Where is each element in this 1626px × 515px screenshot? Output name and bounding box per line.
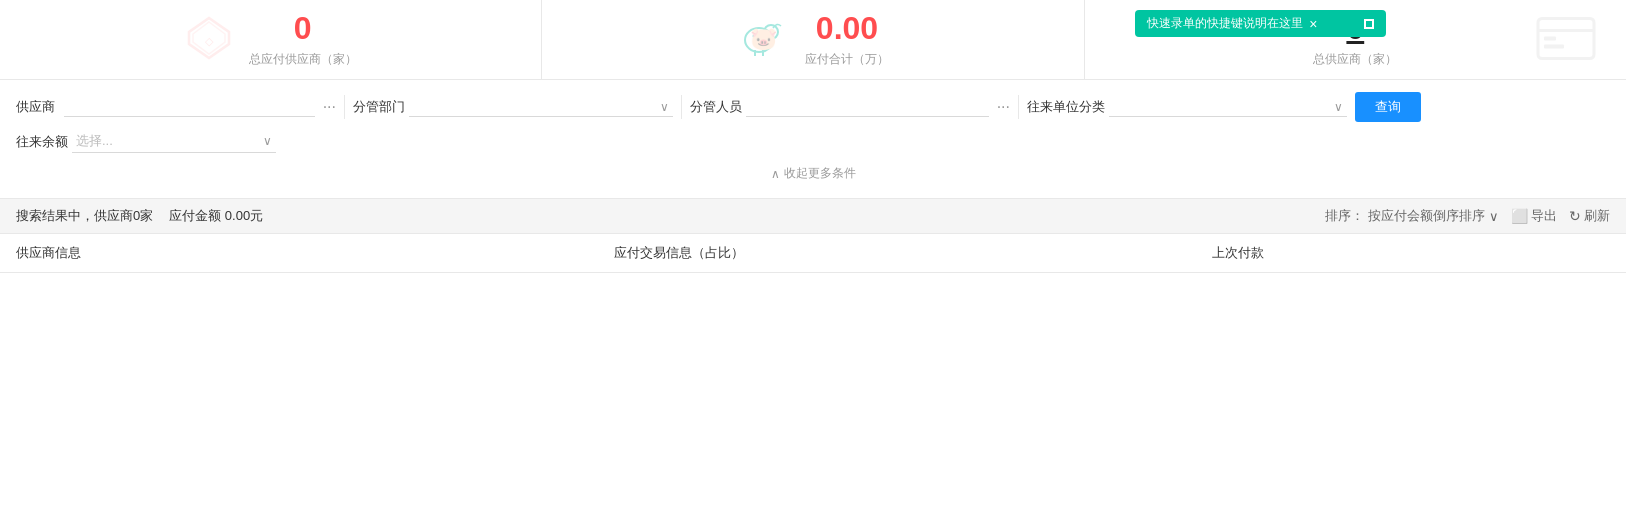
- svg-text:◇: ◇: [205, 35, 214, 47]
- dept-label: 分管部门: [353, 98, 405, 116]
- collapse-row: ∧ 收起更多条件: [16, 161, 1610, 190]
- person-dots-btn[interactable]: ···: [997, 98, 1010, 116]
- tooltip-close-btn[interactable]: ×: [1309, 17, 1317, 31]
- table-body: [0, 273, 1626, 473]
- category-label: 往来单位分类: [1027, 98, 1105, 116]
- results-supplier-count: 搜索结果中，供应商0家: [16, 207, 153, 225]
- divider-3: [1018, 95, 1019, 119]
- sort-button[interactable]: 排序： 按应付会额倒序排序 ∨: [1325, 207, 1499, 225]
- refresh-label: 刷新: [1584, 207, 1610, 225]
- filter-bar: 供应商 ··· 分管部门 ∨ 分管人员 ··· 往来单位分类 ∨: [0, 80, 1626, 199]
- payable-total-label: 应付合计（万）: [805, 51, 889, 68]
- stat-total-payable-suppliers: ◇ 0 总应付供应商（家）: [0, 0, 542, 79]
- person-filter: 分管人员 ···: [690, 97, 1010, 117]
- stats-bar: ◇ 0 总应付供应商（家） 🐷: [0, 0, 1626, 80]
- sort-prefix: 排序：: [1325, 207, 1364, 225]
- svg-rect-12: [1544, 36, 1556, 40]
- divider-1: [344, 95, 345, 119]
- balance-filter: 往来余额 选择... ∨: [16, 130, 276, 153]
- filter-row-1: 供应商 ··· 分管部门 ∨ 分管人员 ··· 往来单位分类 ∨: [16, 92, 1610, 122]
- results-amount: 应付金额 0.00元: [169, 207, 263, 225]
- svg-rect-13: [1544, 44, 1564, 48]
- sort-value: 按应付会额倒序排序: [1368, 207, 1485, 225]
- balance-select[interactable]: 选择... ∨: [72, 130, 276, 153]
- supplier-filter: 供应商 ···: [16, 97, 336, 117]
- results-actions: 排序： 按应付会额倒序排序 ∨ ⬜ 导出 ↻ 刷新: [1325, 207, 1610, 225]
- dept-filter: 分管部门 ∨: [353, 98, 673, 117]
- stat-total-suppliers: 快速录单的快捷键说明在这里 × 0 总供应商（家）: [1085, 0, 1626, 79]
- query-button[interactable]: 查询: [1355, 92, 1421, 122]
- data-table: 供应商信息 应付交易信息（占比） 上次付款: [0, 234, 1626, 473]
- refresh-button[interactable]: ↻ 刷新: [1569, 207, 1610, 225]
- results-info: 搜索结果中，供应商0家 应付金额 0.00元: [16, 207, 263, 225]
- supplier-label: 供应商: [16, 98, 60, 116]
- category-chevron: ∨: [1334, 100, 1343, 114]
- balance-label: 往来余额: [16, 133, 68, 151]
- collapse-button[interactable]: ∧ 收起更多条件: [771, 165, 856, 182]
- divider-2: [681, 95, 682, 119]
- col-last-payment-header: 上次付款: [1212, 244, 1611, 262]
- collapse-icon: ∧: [771, 167, 780, 181]
- stat-payable-total: 🐷 0.00 应付合计（万）: [542, 0, 1084, 79]
- category-filter: 往来单位分类 ∨: [1027, 98, 1347, 117]
- category-select[interactable]: ∨: [1109, 98, 1347, 117]
- diamond-icon: ◇: [185, 14, 233, 65]
- collapse-label: 收起更多条件: [784, 165, 856, 182]
- payable-total-number: 0.00: [816, 11, 878, 46]
- dept-select[interactable]: ∨: [409, 98, 673, 117]
- bg-card-icon: [1536, 16, 1596, 63]
- piggy-bank-icon: 🐷: [737, 12, 789, 67]
- svg-text:🐷: 🐷: [749, 25, 777, 52]
- total-payable-label: 总应付供应商（家）: [249, 51, 357, 68]
- balance-placeholder: 选择...: [76, 132, 263, 150]
- export-label: 导出: [1531, 207, 1557, 225]
- shortcut-tooltip: 快速录单的快捷键说明在这里 ×: [1135, 10, 1385, 37]
- total-suppliers-label: 总供应商（家）: [1313, 51, 1397, 68]
- export-icon: ⬜: [1511, 208, 1528, 224]
- dept-chevron: ∨: [660, 100, 669, 114]
- person-input[interactable]: [746, 97, 989, 117]
- supplier-input[interactable]: [64, 97, 315, 117]
- tooltip-text: 快速录单的快捷键说明在这里: [1147, 15, 1303, 32]
- total-payable-number: 0: [294, 11, 312, 46]
- table-header: 供应商信息 应付交易信息（占比） 上次付款: [0, 234, 1626, 273]
- balance-chevron: ∨: [263, 134, 272, 148]
- sort-chevron-icon: ∨: [1489, 209, 1499, 224]
- refresh-icon: ↻: [1569, 208, 1581, 224]
- results-bar: 搜索结果中，供应商0家 应付金额 0.00元 排序： 按应付会额倒序排序 ∨ ⬜…: [0, 199, 1626, 234]
- col-transaction-header: 应付交易信息（占比）: [614, 244, 1212, 262]
- export-button[interactable]: ⬜ 导出: [1511, 207, 1557, 225]
- supplier-dots-btn[interactable]: ···: [323, 98, 336, 116]
- col-supplier-header: 供应商信息: [16, 244, 614, 262]
- filter-row-2: 往来余额 选择... ∨: [16, 130, 1610, 153]
- person-label: 分管人员: [690, 98, 742, 116]
